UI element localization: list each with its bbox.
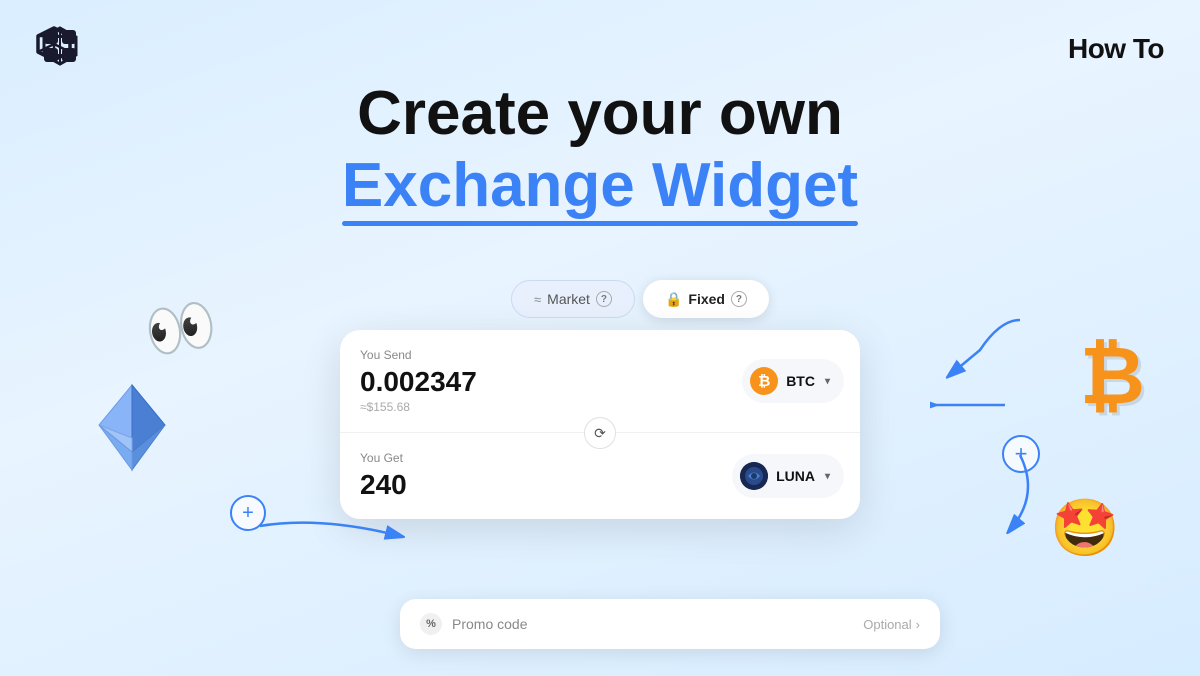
arrow-1 xyxy=(920,310,1040,390)
arrow-2 xyxy=(240,506,440,566)
promo-bar[interactable]: % Promo code Optional › xyxy=(400,599,940,649)
tilde-icon: ≈ xyxy=(534,292,541,307)
title-line1: Create your own xyxy=(0,80,1200,148)
market-rate-button[interactable]: ≈ Market ? xyxy=(511,280,635,318)
fixed-rate-button[interactable]: 🔒 Fixed ? xyxy=(643,280,769,318)
promo-label: Promo code xyxy=(452,616,527,632)
optional-text: Optional xyxy=(863,617,911,632)
get-currency-button[interactable]: LUNA ▾ xyxy=(732,454,844,498)
star-decoration: 🤩 xyxy=(1050,495,1120,561)
fixed-label: Fixed xyxy=(688,291,725,307)
market-label: Market xyxy=(547,291,590,307)
bitcoin-decoration: ₿ xyxy=(1080,330,1145,422)
swap-button[interactable]: ⟳ xyxy=(584,417,616,449)
percent-icon: % xyxy=(420,613,442,635)
bitcoin-symbol: ₿ xyxy=(1080,331,1145,420)
btc-icon: ₿ xyxy=(750,367,778,395)
lock-icon: 🔒 xyxy=(665,291,682,308)
eyes-decoration: 👀 xyxy=(140,289,223,369)
market-help-icon[interactable]: ? xyxy=(596,291,612,307)
title-section: Create your own Exchange Widget xyxy=(0,80,1200,220)
send-currency-label: BTC xyxy=(786,373,815,389)
fixed-help-icon[interactable]: ? xyxy=(731,291,747,307)
rate-buttons: ≈ Market ? 🔒 Fixed ? xyxy=(420,280,860,318)
promo-chevron: › xyxy=(916,617,920,632)
how-to-label: How To xyxy=(1068,33,1164,65)
get-currency-chevron: ▾ xyxy=(825,471,830,482)
logo-container xyxy=(28,18,80,75)
send-currency-chevron: ▾ xyxy=(825,376,830,387)
title-line2: Exchange Widget xyxy=(342,152,858,220)
exchange-widget-card: You Send 0.002347 ≈$155.68 ₿ BTC ▾ ⟳ You… xyxy=(340,330,860,519)
ethereum-decoration xyxy=(90,380,175,475)
promo-optional[interactable]: Optional › xyxy=(863,617,920,632)
arrow-left xyxy=(930,390,1010,420)
luna-icon xyxy=(740,462,768,490)
send-currency-button[interactable]: ₿ BTC ▾ xyxy=(742,359,844,403)
widget-area: ≈ Market ? 🔒 Fixed ? You Send 0.002347 ≈… xyxy=(340,280,860,519)
promo-left: % Promo code xyxy=(420,613,527,635)
get-currency-label: LUNA xyxy=(776,468,815,484)
